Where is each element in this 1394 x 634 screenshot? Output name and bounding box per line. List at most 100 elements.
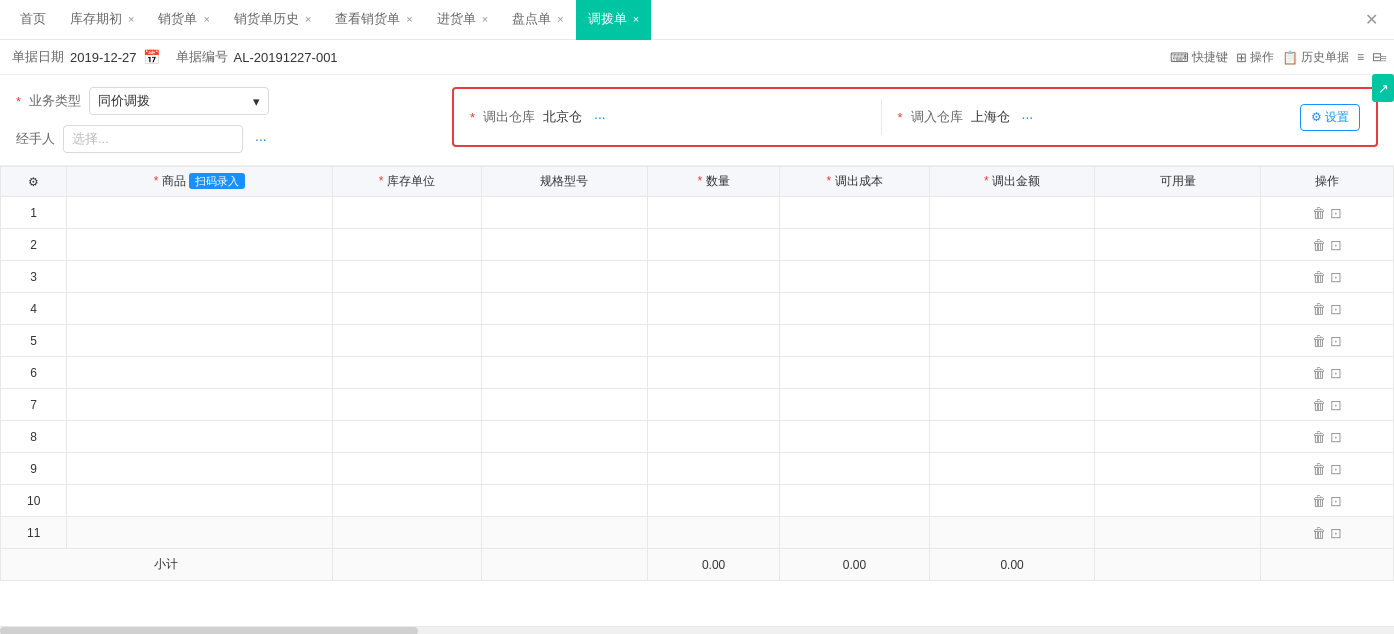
tab-purchase-order[interactable]: 进货单 × (425, 0, 500, 40)
copy-icon-4[interactable]: ⊡ (1330, 301, 1342, 317)
tab-transfer-order[interactable]: 调拨单 × (576, 0, 651, 40)
copy-icon-8[interactable]: ⊡ (1330, 429, 1342, 445)
cell-amount-1[interactable] (929, 197, 1095, 229)
delete-icon-11[interactable]: 🗑 (1312, 525, 1326, 541)
close-inventory-check[interactable]: × (557, 13, 563, 25)
tab-view-sales[interactable]: 查看销货单 × (323, 0, 424, 40)
cell-unit-10[interactable] (332, 485, 481, 517)
date-value[interactable]: 2019-12-27 (70, 50, 137, 65)
copy-icon-6[interactable]: ⊡ (1330, 365, 1342, 381)
business-type-select[interactable]: 同价调拨 ▾ (89, 87, 269, 115)
cell-unit-4[interactable] (332, 293, 481, 325)
copy-icon-3[interactable]: ⊡ (1330, 269, 1342, 285)
cell-qty-5[interactable] (647, 325, 780, 357)
cell-goods-5[interactable] (67, 325, 332, 357)
shortcuts-button[interactable]: ⌨ 快捷键 (1170, 49, 1228, 66)
cell-unit-9[interactable] (332, 453, 481, 485)
cell-cost-7[interactable] (780, 389, 929, 421)
cell-goods-6[interactable] (67, 357, 332, 389)
cell-amount-4[interactable] (929, 293, 1095, 325)
cell-qty-3[interactable] (647, 261, 780, 293)
copy-icon-2[interactable]: ⊡ (1330, 237, 1342, 253)
close-purchase-order[interactable]: × (482, 13, 488, 25)
cell-amount-2[interactable] (929, 229, 1095, 261)
cell-cost-9[interactable] (780, 453, 929, 485)
cell-amount-11[interactable] (929, 517, 1095, 549)
cell-unit-7[interactable] (332, 389, 481, 421)
cell-cost-1[interactable] (780, 197, 929, 229)
cell-goods-4[interactable] (67, 293, 332, 325)
close-view-sales[interactable]: × (406, 13, 412, 25)
cell-qty-7[interactable] (647, 389, 780, 421)
cell-amount-6[interactable] (929, 357, 1095, 389)
delete-icon-10[interactable]: 🗑 (1312, 493, 1326, 509)
delete-icon-2[interactable]: 🗑 (1312, 237, 1326, 253)
tab-inventory-init[interactable]: 库存期初 × (58, 0, 146, 40)
cell-qty-11[interactable] (647, 517, 780, 549)
close-sales-order[interactable]: × (203, 13, 209, 25)
cell-cost-6[interactable] (780, 357, 929, 389)
cell-amount-10[interactable] (929, 485, 1095, 517)
tab-sales-history[interactable]: 销货单历史 × (222, 0, 323, 40)
cell-unit-1[interactable] (332, 197, 481, 229)
cell-goods-10[interactable] (67, 485, 332, 517)
horizontal-scrollbar[interactable] (0, 626, 1394, 634)
cell-goods-1[interactable] (67, 197, 332, 229)
cell-qty-6[interactable] (647, 357, 780, 389)
history-button[interactable]: 📋 历史单据 (1282, 49, 1349, 66)
cell-spec-8[interactable] (481, 421, 647, 453)
cell-spec-3[interactable] (481, 261, 647, 293)
cell-qty-4[interactable] (647, 293, 780, 325)
cell-unit-11[interactable] (332, 517, 481, 549)
sidebar-list-icon[interactable]: ≡ (1372, 44, 1394, 72)
cell-spec-7[interactable] (481, 389, 647, 421)
cell-unit-3[interactable] (332, 261, 481, 293)
tab-inventory-check[interactable]: 盘点单 × (500, 0, 575, 40)
scrollbar-thumb[interactable] (0, 627, 418, 634)
copy-icon-11[interactable]: ⊡ (1330, 525, 1342, 541)
cell-qty-2[interactable] (647, 229, 780, 261)
delete-icon-5[interactable]: 🗑 (1312, 333, 1326, 349)
cell-unit-8[interactable] (332, 421, 481, 453)
cell-spec-4[interactable] (481, 293, 647, 325)
cell-spec-5[interactable] (481, 325, 647, 357)
cell-spec-10[interactable] (481, 485, 647, 517)
copy-icon-9[interactable]: ⊡ (1330, 461, 1342, 477)
cell-spec-2[interactable] (481, 229, 647, 261)
cell-spec-11[interactable] (481, 517, 647, 549)
handler-more-btn[interactable]: ··· (255, 131, 267, 147)
copy-icon-1[interactable]: ⊡ (1330, 205, 1342, 221)
cell-amount-7[interactable] (929, 389, 1095, 421)
scan-button[interactable]: 扫码录入 (189, 173, 245, 189)
cell-cost-2[interactable] (780, 229, 929, 261)
copy-icon-7[interactable]: ⊡ (1330, 397, 1342, 413)
copy-icon-10[interactable]: ⊡ (1330, 493, 1342, 509)
cell-cost-3[interactable] (780, 261, 929, 293)
cell-goods-8[interactable] (67, 421, 332, 453)
delete-icon-1[interactable]: 🗑 (1312, 205, 1326, 221)
cell-goods-9[interactable] (67, 453, 332, 485)
delete-icon-7[interactable]: 🗑 (1312, 397, 1326, 413)
cell-unit-2[interactable] (332, 229, 481, 261)
cell-spec-9[interactable] (481, 453, 647, 485)
cell-amount-5[interactable] (929, 325, 1095, 357)
delete-icon-8[interactable]: 🗑 (1312, 429, 1326, 445)
cell-qty-8[interactable] (647, 421, 780, 453)
settings-button[interactable]: ⚙ 设置 (1300, 104, 1360, 131)
cell-qty-10[interactable] (647, 485, 780, 517)
cell-cost-10[interactable] (780, 485, 929, 517)
cell-cost-8[interactable] (780, 421, 929, 453)
cell-goods-2[interactable] (67, 229, 332, 261)
cell-goods-11[interactable] (67, 517, 332, 549)
delete-icon-6[interactable]: 🗑 (1312, 365, 1326, 381)
cell-spec-1[interactable] (481, 197, 647, 229)
cell-unit-5[interactable] (332, 325, 481, 357)
delete-icon-3[interactable]: 🗑 (1312, 269, 1326, 285)
in-warehouse-value[interactable]: 上海仓 (971, 108, 1010, 126)
cell-goods-7[interactable] (67, 389, 332, 421)
cell-amount-9[interactable] (929, 453, 1095, 485)
calendar-icon[interactable]: 📅 (143, 49, 160, 65)
window-close-button[interactable]: ✕ (1357, 10, 1386, 29)
copy-icon-5[interactable]: ⊡ (1330, 333, 1342, 349)
tab-home[interactable]: 首页 (8, 0, 58, 40)
